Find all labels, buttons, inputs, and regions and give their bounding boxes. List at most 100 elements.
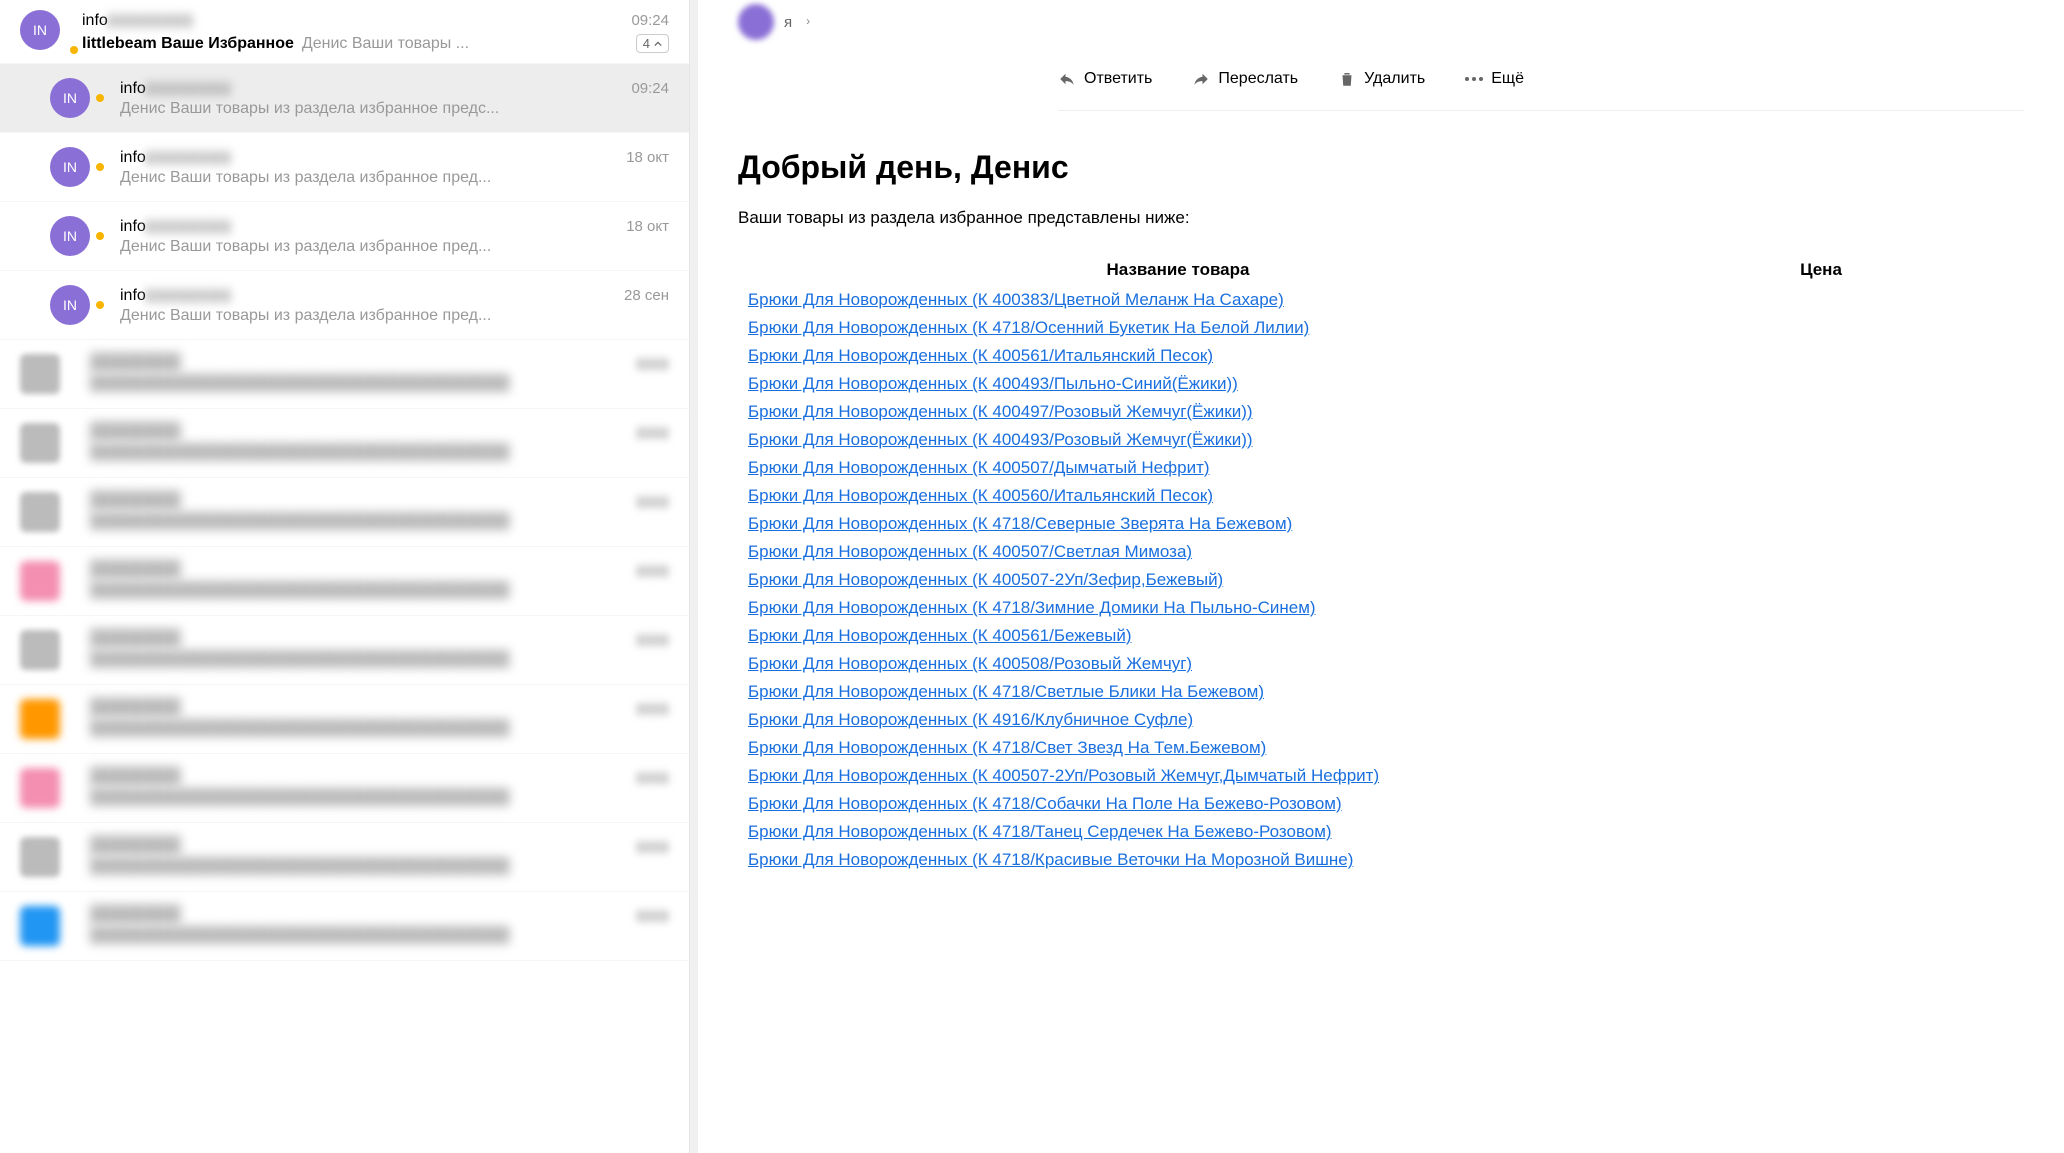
preview-label: █████████████████████████████████████ <box>90 581 669 599</box>
table-row: Брюки Для Новорожденных (К 400560/Италья… <box>738 482 2024 510</box>
avatar <box>20 630 60 670</box>
preview-label: █████████████████████████████████████ <box>90 374 669 392</box>
sender-label: ████████ <box>90 630 181 648</box>
sender-label: info▮▮▮▮▮▮▮▮ <box>120 78 232 98</box>
product-link[interactable]: Брюки Для Новорожденных (К 400507-2Уп/Зе… <box>748 570 1223 589</box>
preview-label: Денис Ваши товары из раздела избранное п… <box>120 238 669 256</box>
time-label: 18 окт <box>626 149 669 166</box>
product-link[interactable]: Брюки Для Новорожденных (К 400561/Бежевы… <box>748 626 1131 645</box>
unread-dot-icon <box>96 163 104 171</box>
unread-dot-icon <box>70 46 78 54</box>
list-item[interactable]: IN info▮▮▮▮▮▮▮▮ 28 сен Денис Ваши товары… <box>0 271 689 340</box>
sender-label: ████████ <box>90 423 181 441</box>
forward-button[interactable]: Переслать <box>1192 70 1298 88</box>
reply-icon <box>1058 70 1076 88</box>
preview-label: █████████████████████████████████████ <box>90 926 669 944</box>
product-link[interactable]: Брюки Для Новорожденных (К 400507/Светла… <box>748 542 1192 561</box>
product-link[interactable]: Брюки Для Новорожденных (К 400497/Розовы… <box>748 402 1253 421</box>
product-link[interactable]: Брюки Для Новорожденных (К 400493/Розовы… <box>748 430 1253 449</box>
sender-label: info▮▮▮▮▮▮▮▮ <box>120 216 232 236</box>
product-link[interactable]: Брюки Для Новорожденных (К 400508/Розовы… <box>748 654 1192 673</box>
table-row: Брюки Для Новорожденных (К 4718/Северные… <box>738 510 2024 538</box>
delete-button[interactable]: Удалить <box>1338 70 1425 88</box>
table-row: Брюки Для Новорожденных (К 400497/Розовы… <box>738 398 2024 426</box>
product-link[interactable]: Брюки Для Новорожденных (К 4718/Светлые … <box>748 682 1264 701</box>
product-link[interactable]: Брюки Для Новорожденных (К 400507/Дымчат… <box>748 458 1210 477</box>
avatar: IN <box>50 78 90 118</box>
table-row: Брюки Для Новорожденных (К 4718/Осенний … <box>738 314 2024 342</box>
table-row: Брюки Для Новорожденных (К 4718/Свет Зве… <box>738 734 2024 762</box>
intro-text: Ваши товары из раздела избранное предста… <box>738 208 2024 228</box>
sender-label: ████████ <box>90 561 181 579</box>
table-row: Брюки Для Новорожденных (К 400507-2Уп/Зе… <box>738 566 2024 594</box>
table-row: Брюки Для Новорожденных (К 4718/Красивые… <box>738 846 2024 874</box>
product-link[interactable]: Брюки Для Новорожденных (К 4718/Танец Се… <box>748 822 1332 841</box>
product-link[interactable]: Брюки Для Новорожденных (К 4718/Северные… <box>748 514 1292 533</box>
list-item[interactable]: IN info▮▮▮▮▮▮▮▮ 18 окт Денис Ваши товары… <box>0 202 689 271</box>
table-row: Брюки Для Новорожденных (К 400507/Дымчат… <box>738 454 2024 482</box>
products-table: Название товара Цена Брюки Для Новорожде… <box>738 254 2024 874</box>
reply-button[interactable]: Ответить <box>1058 70 1152 88</box>
avatar <box>20 906 60 946</box>
product-link[interactable]: Брюки Для Новорожденных (К 400383/Цветно… <box>748 290 1284 309</box>
avatar <box>20 837 60 877</box>
list-item[interactable]: ████████ ▮▮▮▮ ██████████████████████████… <box>0 478 689 547</box>
time-label: ▮▮▮▮ <box>636 354 669 372</box>
time-label: 09:24 <box>631 80 669 97</box>
product-link[interactable]: Брюки Для Новорожденных (К 4916/Клубничн… <box>748 710 1193 729</box>
unread-dot-icon <box>96 94 104 102</box>
list-item[interactable]: ████████ ▮▮▮▮ ██████████████████████████… <box>0 340 689 409</box>
time-label: ▮▮▮▮ <box>636 492 669 510</box>
sender-label: info▮▮▮▮▮▮▮▮ <box>120 285 232 305</box>
table-row: Брюки Для Новорожденных (К 400507/Светла… <box>738 538 2024 566</box>
col-price-header: Цена <box>1618 254 2024 286</box>
table-row: Брюки Для Новорожденных (К 4718/Танец Се… <box>738 818 2024 846</box>
product-link[interactable]: Брюки Для Новорожденных (К 4718/Свет Зве… <box>748 738 1266 757</box>
product-link[interactable]: Брюки Для Новорожденных (К 4718/Осенний … <box>748 318 1309 337</box>
unread-dot-icon <box>96 232 104 240</box>
list-item[interactable]: ████████ ▮▮▮▮ ██████████████████████████… <box>0 409 689 478</box>
from-avatar <box>738 4 774 40</box>
product-link[interactable]: Брюки Для Новорожденных (К 400560/Италья… <box>748 486 1213 505</box>
product-link[interactable]: Брюки Для Новорожденных (К 400507-2Уп/Ро… <box>748 766 1379 785</box>
sender-label: ████████ <box>90 699 181 717</box>
preview-label: Денис Ваши товары из раздела избранное п… <box>120 100 669 118</box>
time-label: ▮▮▮▮ <box>636 768 669 786</box>
sender-label: ████████ <box>90 906 181 924</box>
time-label: 09:24 <box>631 12 669 29</box>
preview-label: Денис Ваши товары из раздела избранное п… <box>120 307 669 325</box>
thread-header[interactable]: IN info▮▮▮▮▮▮▮▮ 09:24 littlebeam Ваше Из… <box>0 0 689 64</box>
avatar <box>20 354 60 394</box>
table-row: Брюки Для Новорожденных (К 4916/Клубничн… <box>738 706 2024 734</box>
sender-label: ████████ <box>90 768 181 786</box>
pane-divider[interactable] <box>690 0 698 1153</box>
product-link[interactable]: Брюки Для Новорожденных (К 400493/Пыльно… <box>748 374 1238 393</box>
table-row: Брюки Для Новорожденных (К 4718/Зимние Д… <box>738 594 2024 622</box>
list-item[interactable]: ████████ ▮▮▮▮ ██████████████████████████… <box>0 547 689 616</box>
list-item[interactable]: IN info▮▮▮▮▮▮▮▮ 09:24 Денис Ваши товары … <box>0 64 689 133</box>
list-item[interactable]: ████████ ▮▮▮▮ ██████████████████████████… <box>0 685 689 754</box>
table-row: Брюки Для Новорожденных (К 4718/Собачки … <box>738 790 2024 818</box>
product-link[interactable]: Брюки Для Новорожденных (К 4718/Собачки … <box>748 794 1342 813</box>
list-item[interactable]: IN info▮▮▮▮▮▮▮▮ 18 окт Денис Ваши товары… <box>0 133 689 202</box>
preview-label: █████████████████████████████████████ <box>90 719 669 737</box>
list-item[interactable]: ████████ ▮▮▮▮ ██████████████████████████… <box>0 754 689 823</box>
chevron-right-icon[interactable]: › <box>806 14 810 28</box>
table-row: Брюки Для Новорожденных (К 400383/Цветно… <box>738 286 2024 314</box>
avatar: IN <box>20 10 60 50</box>
forward-icon <box>1192 70 1210 88</box>
more-button[interactable]: Ещё <box>1465 70 1524 88</box>
product-link[interactable]: Брюки Для Новорожденных (К 400561/Италья… <box>748 346 1213 365</box>
trash-icon <box>1338 70 1356 88</box>
list-item[interactable]: ████████ ▮▮▮▮ ██████████████████████████… <box>0 616 689 685</box>
thread-count-badge[interactable]: 4 <box>636 34 669 53</box>
list-item[interactable]: ████████ ▮▮▮▮ ██████████████████████████… <box>0 823 689 892</box>
product-link[interactable]: Брюки Для Новорожденных (К 4718/Красивые… <box>748 850 1353 869</box>
list-item[interactable]: ████████ ▮▮▮▮ ██████████████████████████… <box>0 892 689 961</box>
table-row: Брюки Для Новорожденных (К 400507-2Уп/Ро… <box>738 762 2024 790</box>
from-label: я <box>784 14 792 31</box>
col-name-header: Название товара <box>738 254 1618 286</box>
product-link[interactable]: Брюки Для Новорожденных (К 4718/Зимние Д… <box>748 598 1316 617</box>
sender-label: info▮▮▮▮▮▮▮▮ <box>82 10 194 30</box>
unread-dot-icon <box>96 301 104 309</box>
